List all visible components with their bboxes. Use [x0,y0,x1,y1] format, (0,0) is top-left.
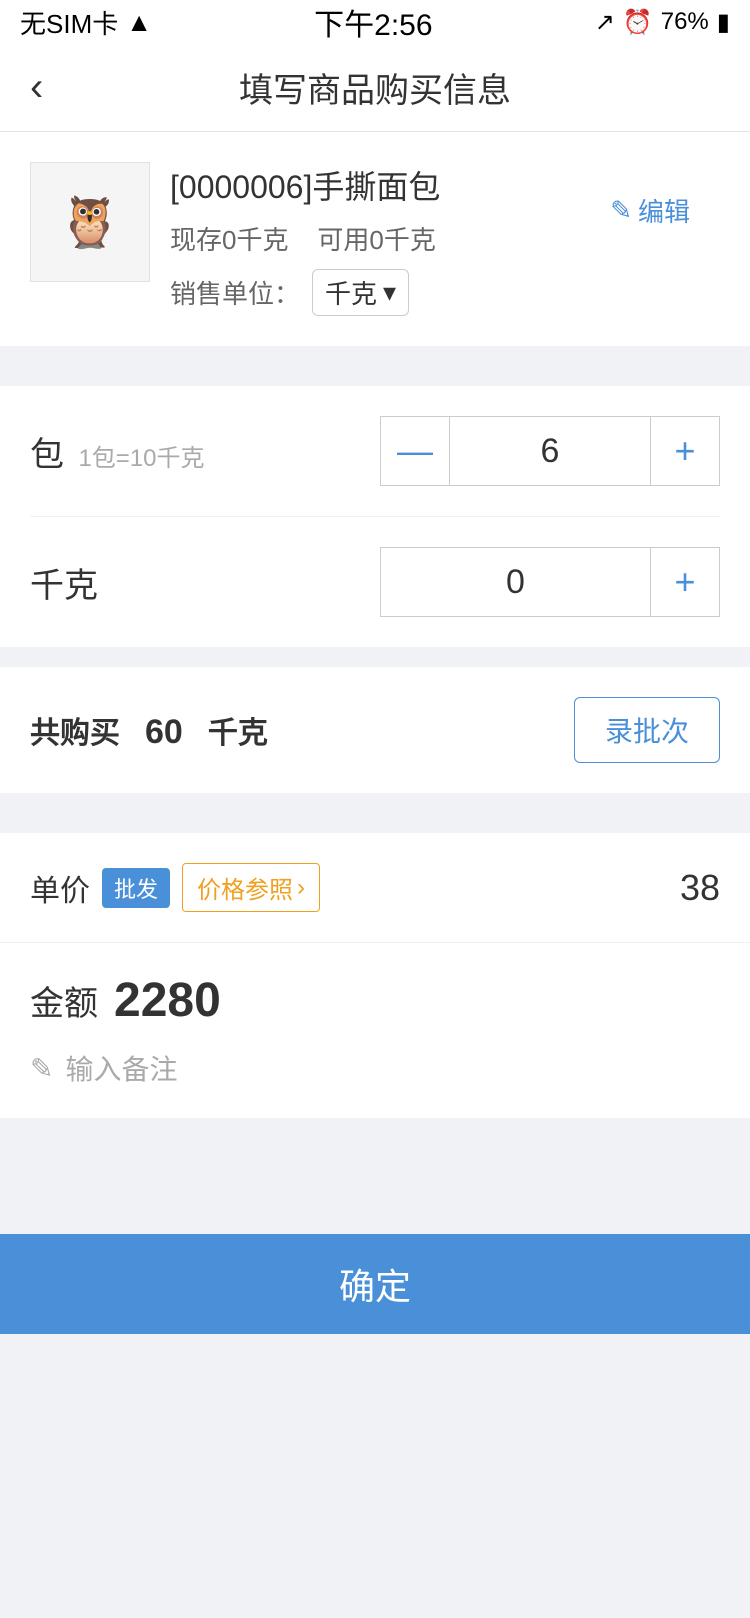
edit-label: 编辑 [638,192,690,229]
edit-icon: ✎ [610,195,632,226]
remark-row[interactable]: ✎ 输入备注 [30,1048,720,1088]
price-section: 单价 批发 价格参照 › 38 [0,833,750,942]
package-input[interactable] [450,416,650,486]
chevron-down-icon: ▾ [383,277,396,308]
unit-value: 千克 [325,274,377,311]
kilogram-row: 千克 + [30,517,720,647]
amount-section: 金额 2280 ✎ 输入备注 [0,942,750,1118]
battery-text: 76% [661,8,709,36]
price-label: 单价 [30,866,90,910]
package-controls: — + [380,416,720,486]
product-unit-row: 销售单位： 千克 ▾ [170,269,720,316]
price-ref-label: 价格参照 [197,870,293,905]
package-row: 包 1包=10千克 — + [30,386,720,517]
summary-quantity: 60 [145,713,183,751]
section-divider-2 [0,647,750,667]
battery-icon: ▮ [717,8,730,37]
available-text: 可用0千克 [317,225,435,255]
wifi-icon: ▲ [126,7,152,38]
batch-button[interactable]: 录批次 [574,697,720,763]
kilogram-input[interactable] [380,547,650,617]
package-label: 包 [30,436,64,474]
package-label-group: 包 1包=10千克 [30,427,205,476]
kilogram-controls: + [380,547,720,617]
summary-section: 共购买 60 千克 录批次 [0,667,750,793]
summary-prefix: 共购买 [30,717,120,750]
kilogram-label: 千克 [30,567,98,605]
status-left: 无SIM卡 ▲ [20,4,152,41]
chevron-right-icon: › [297,874,305,902]
product-image: 🦉 [30,162,150,282]
amount-row: 金额 2280 [30,973,720,1028]
summary-unit: 千克 [208,717,268,750]
confirm-button[interactable]: 确定 [0,1234,750,1334]
no-sim-text: 无SIM卡 [20,4,118,41]
quantity-section: 包 1包=10千克 — + 千克 + [0,386,750,647]
back-button[interactable]: ‹ [30,65,43,110]
pencil-icon: ✎ [30,1052,53,1085]
stock-text: 现存0千克 [170,225,288,255]
price-value: 38 [680,867,720,909]
kilogram-label-group: 千克 [30,558,98,607]
page-title: 填写商品购买信息 [239,63,511,112]
status-time: 下午2:56 [314,0,432,44]
status-right: ↗ ⏰ 76% ▮ [595,8,730,37]
package-plus-button[interactable]: + [650,416,720,486]
kilogram-plus-button[interactable]: + [650,547,720,617]
location-icon: ↗ [595,8,615,37]
amount-value: 2280 [114,973,221,1028]
alarm-icon: ⏰ [623,8,653,37]
status-bar: 无SIM卡 ▲ 下午2:56 ↗ ⏰ 76% ▮ [0,0,750,44]
package-hint: 1包=10千克 [78,445,204,472]
price-left: 单价 批发 价格参照 › [30,863,320,912]
nav-bar: ‹ 填写商品购买信息 [0,44,750,132]
product-card: 🦉 [0000006]手撕面包 现存0千克 可用0千克 销售单位： 千克 ▾ ✎… [0,132,750,346]
summary-text: 共购买 60 千克 [30,708,268,752]
amount-label: 金额 [30,976,98,1025]
remark-placeholder: 输入备注 [65,1048,177,1088]
package-minus-button[interactable]: — [380,416,450,486]
unit-dropdown[interactable]: 千克 ▾ [312,269,409,316]
price-badge: 批发 [102,868,170,908]
section-divider-3 [0,813,750,833]
section-divider-1 [0,366,750,386]
product-icon: 🦉 [59,193,121,252]
unit-label: 销售单位： [170,274,300,311]
price-ref-button[interactable]: 价格参照 › [182,863,320,912]
edit-button[interactable]: ✎ 编辑 [610,192,690,229]
